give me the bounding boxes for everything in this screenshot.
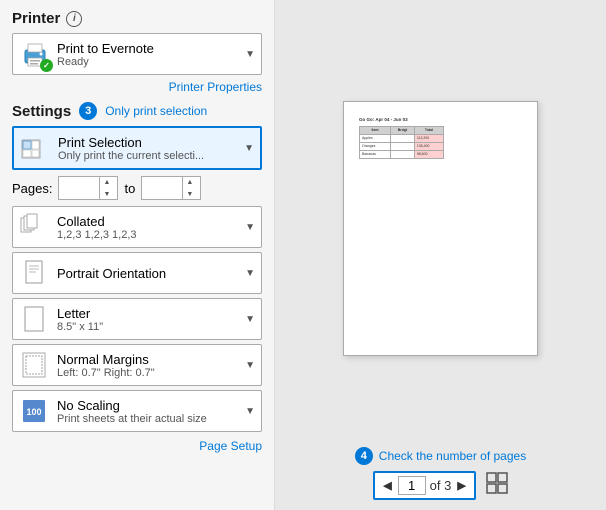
printer-name: Print to Evernote <box>57 41 245 56</box>
next-page-button[interactable]: ▶ <box>455 479 467 492</box>
scaling-arrow: ▼ <box>245 406 255 417</box>
collated-text: Collated 1,2,3 1,2,3 1,2,3 <box>57 214 245 241</box>
print-selection-main: Print Selection <box>58 135 244 150</box>
scaling-name: No Scaling <box>57 398 245 413</box>
preview-area: Go Go: Apr 04 - Jun 03 ItemBrdgtTotal Ap… <box>285 10 596 447</box>
margins-text: Normal Margins Left: 0.7" Right: 0.7" <box>57 352 245 379</box>
scaling-sub: Print sheets at their actual size <box>57 413 245 425</box>
collated-arrow: ▼ <box>245 222 255 233</box>
collated-sub: 1,2,3 1,2,3 1,2,3 <box>57 229 245 241</box>
pages-from-arrows: ▲ ▼ <box>99 176 113 200</box>
print-selection-text: Print Selection Only print the current s… <box>58 135 244 162</box>
paper-name: Letter <box>57 306 245 321</box>
pages-row: Pages: ▲ ▼ to ▲ ▼ <box>12 176 262 200</box>
scaling-icon: 100 <box>19 396 49 426</box>
print-selection-dropdown[interactable]: Print Selection Only print the current s… <box>12 126 262 170</box>
pages-from-up[interactable]: ▲ <box>100 176 113 188</box>
pages-from-down[interactable]: ▼ <box>100 188 113 200</box>
margins-name: Normal Margins <box>57 352 245 367</box>
preview-title: Go Go: Apr 04 - Jun 03 <box>359 117 444 123</box>
page-setup-link-container: Page Setup <box>12 438 262 453</box>
page-preview: Go Go: Apr 04 - Jun 03 ItemBrdgtTotal Ap… <box>343 101 538 356</box>
right-panel: Go Go: Apr 04 - Jun 03 ItemBrdgtTotal Ap… <box>275 0 606 510</box>
orientation-icon <box>19 258 49 288</box>
left-panel: Printer i Print to Evernote Ready ▼ <box>0 0 275 510</box>
paper-icon <box>19 304 49 334</box>
margins-sub: Left: 0.7" Right: 0.7" <box>57 367 245 379</box>
orientation-text: Portrait Orientation <box>57 266 245 281</box>
printer-dropdown[interactable]: Print to Evernote Ready ▼ <box>12 33 262 75</box>
prev-page-button[interactable]: ◀ <box>381 479 393 492</box>
printer-properties-link-container: Printer Properties <box>12 79 262 94</box>
paper-arrow: ▼ <box>245 314 255 325</box>
svg-text:100: 100 <box>26 407 41 417</box>
check-pages-text: Check the number of pages <box>379 449 526 463</box>
pages-to-up[interactable]: ▲ <box>183 176 196 188</box>
print-selection-sub: Only print the current selecti... <box>58 150 244 162</box>
preview-table: ItemBrdgtTotal Apples112,200 Oranges135,… <box>359 126 444 159</box>
pages-from-input[interactable] <box>59 177 99 199</box>
preview-content: Go Go: Apr 04 - Jun 03 ItemBrdgtTotal Ap… <box>359 117 444 159</box>
printer-icon-wrapper <box>19 38 51 70</box>
margins-icon <box>19 350 49 380</box>
orientation-setting[interactable]: Portrait Orientation ▼ <box>12 252 262 294</box>
printer-title-text: Printer <box>12 10 60 27</box>
orientation-arrow: ▼ <box>245 268 255 279</box>
settings-badge: 3 <box>79 102 97 120</box>
page-nav-box: ◀ of 3 ▶ <box>373 471 476 500</box>
to-label: to <box>124 181 135 196</box>
pages-to-spinner[interactable]: ▲ ▼ <box>141 176 201 200</box>
paper-setting[interactable]: Letter 8.5" x 11" ▼ <box>12 298 262 340</box>
pages-to-arrows: ▲ ▼ <box>182 176 196 200</box>
printer-section-title: Printer i <box>12 10 262 27</box>
grid-view-button[interactable] <box>486 472 508 500</box>
only-print-selection-label: Only print selection <box>105 104 207 118</box>
orientation-name: Portrait Orientation <box>57 266 245 281</box>
paper-sub: 8.5" x 11" <box>57 321 245 333</box>
settings-title: Settings <box>12 103 71 120</box>
pages-to-down[interactable]: ▼ <box>183 188 196 200</box>
print-selection-icon <box>20 132 52 164</box>
collated-name: Collated <box>57 214 245 229</box>
margins-arrow: ▼ <box>245 360 255 371</box>
bottom-area: 4 Check the number of pages ◀ of 3 ▶ <box>285 447 596 500</box>
page-navigation-row: ◀ of 3 ▶ <box>373 471 508 500</box>
settings-header: Settings 3 Only print selection <box>12 102 262 120</box>
printer-status: Ready <box>57 56 245 68</box>
pages-to-input[interactable] <box>142 177 182 199</box>
margins-setting[interactable]: Normal Margins Left: 0.7" Right: 0.7" ▼ <box>12 344 262 386</box>
of-pages-label: of 3 <box>430 478 452 493</box>
page-setup-link[interactable]: Page Setup <box>199 439 262 453</box>
scaling-text: No Scaling Print sheets at their actual … <box>57 398 245 425</box>
info-icon[interactable]: i <box>66 11 82 27</box>
collated-icon <box>19 212 49 242</box>
printer-ready-badge <box>40 59 53 72</box>
printer-info: Print to Evernote Ready <box>57 41 245 68</box>
collated-setting[interactable]: Collated 1,2,3 1,2,3 1,2,3 ▼ <box>12 206 262 248</box>
printer-properties-link[interactable]: Printer Properties <box>169 80 262 94</box>
check-pages-hint: 4 Check the number of pages <box>355 447 526 465</box>
printer-dropdown-arrow: ▼ <box>245 49 255 60</box>
pages-from-spinner[interactable]: ▲ ▼ <box>58 176 118 200</box>
current-page-input[interactable] <box>398 476 426 495</box>
hint-badge: 4 <box>355 447 373 465</box>
pages-label: Pages: <box>12 181 52 196</box>
print-selection-arrow: ▼ <box>244 143 254 154</box>
paper-text: Letter 8.5" x 11" <box>57 306 245 333</box>
scaling-setting[interactable]: 100 No Scaling Print sheets at their act… <box>12 390 262 432</box>
